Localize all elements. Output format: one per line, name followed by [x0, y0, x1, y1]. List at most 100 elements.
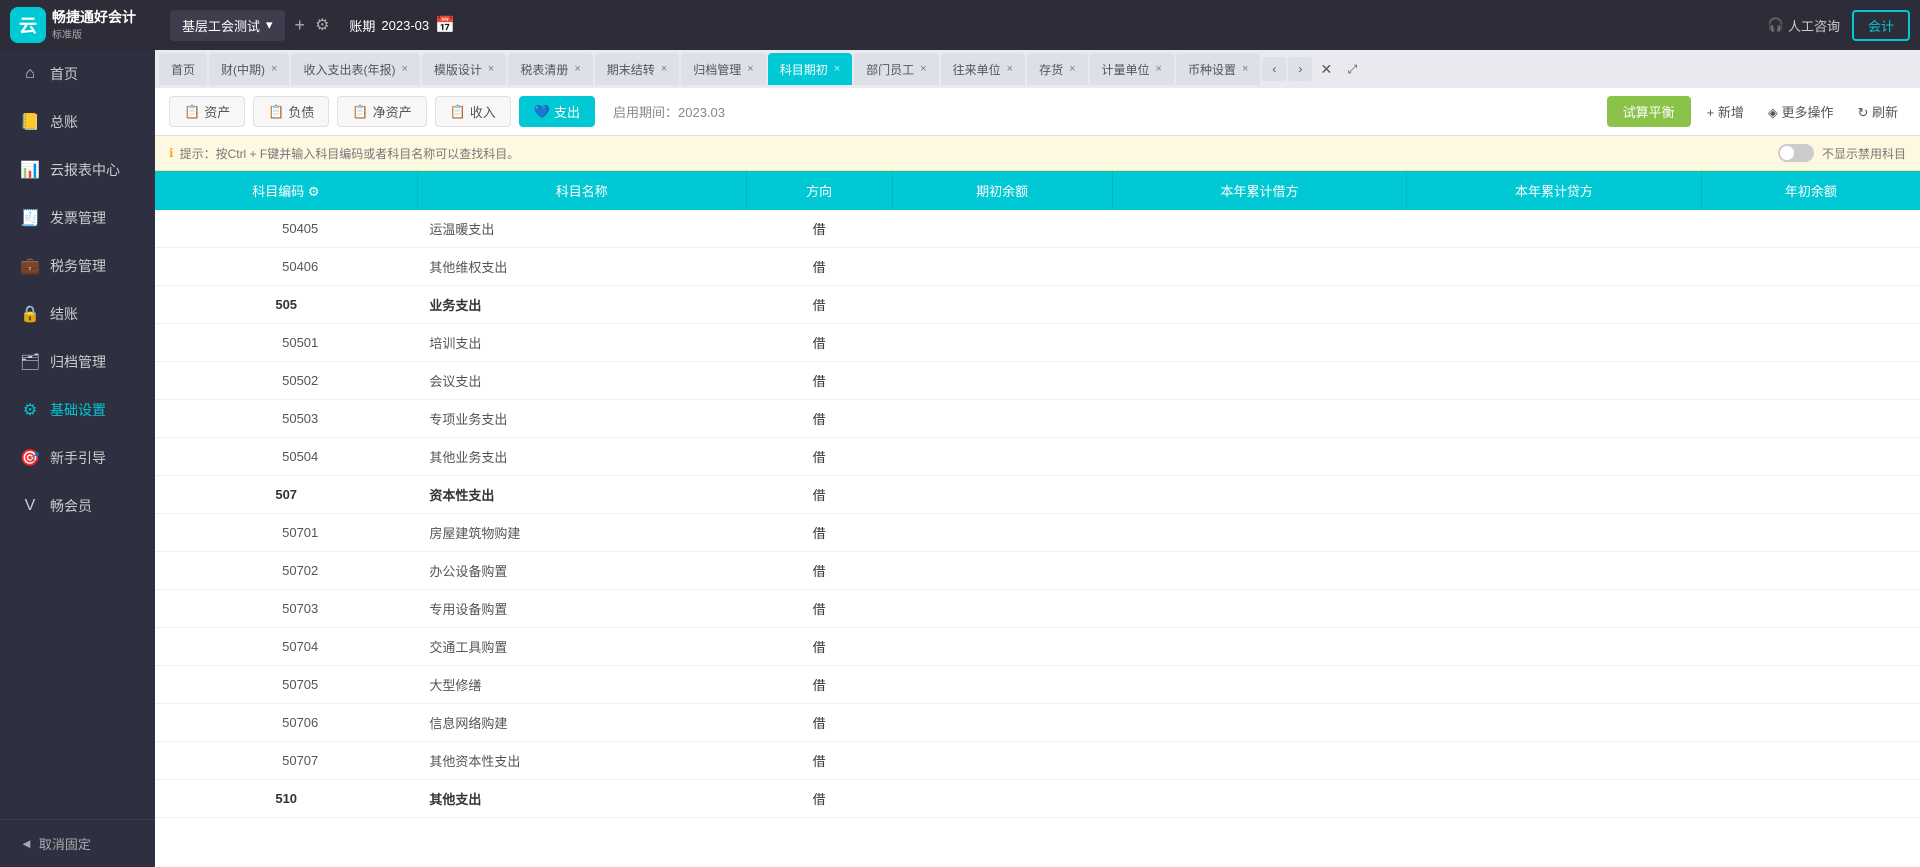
tab-income-report-label: 收入支出表(年报): [303, 61, 395, 78]
table-row[interactable]: 50406 其他维权支出 借: [155, 248, 1920, 286]
table-row[interactable]: 50702 办公设备购置 借: [155, 552, 1920, 590]
tab-customer[interactable]: 往来单位 ×: [941, 53, 1025, 85]
account-button[interactable]: 会计: [1852, 10, 1910, 41]
col-direction: 方向: [746, 171, 892, 210]
tab-mid[interactable]: 财(中期) ×: [209, 53, 289, 85]
home-icon: ⌂: [20, 65, 40, 83]
cell-name: 专用设备购置: [417, 590, 746, 628]
disable-toggle[interactable]: [1778, 144, 1814, 162]
tab-next-btn[interactable]: ›: [1288, 57, 1312, 81]
sidebar-item-close[interactable]: 🔒 结账: [0, 290, 155, 338]
cell-begin-balance: [1701, 552, 1920, 590]
tab-tax-close[interactable]: ×: [574, 63, 580, 75]
table-row[interactable]: 50706 信息网络购建 借: [155, 704, 1920, 742]
table-row[interactable]: 507 资本性支出 借: [155, 476, 1920, 514]
ledger-icon: 📒: [20, 112, 40, 132]
sub-tab-income[interactable]: 📋 收入: [435, 96, 511, 127]
tab-archive[interactable]: 归档管理 ×: [681, 53, 765, 85]
tab-tax[interactable]: 税表清册 ×: [508, 53, 592, 85]
period-label: 账期: [349, 16, 375, 35]
add-btn[interactable]: + 新增: [1699, 98, 1752, 125]
tab-dept-close[interactable]: ×: [920, 63, 926, 75]
tab-mid-close[interactable]: ×: [271, 63, 277, 75]
add-project-btn[interactable]: +: [295, 15, 306, 36]
cell-balance: [892, 286, 1112, 324]
refresh-btn[interactable]: ↻ 刷新: [1849, 98, 1906, 125]
tab-expand-btn[interactable]: ⤢: [1340, 57, 1364, 81]
table-row[interactable]: 505 业务支出 借: [155, 286, 1920, 324]
tab-archive-close[interactable]: ×: [747, 63, 753, 75]
cell-name: 其他资本性支出: [417, 742, 746, 780]
tab-subject-init-close[interactable]: ×: [834, 63, 840, 75]
cell-balance: [892, 742, 1112, 780]
cell-ytd-debit: [1112, 742, 1407, 780]
calendar-icon[interactable]: 📅: [435, 15, 455, 35]
content-area: 首页 财(中期) × 收入支出表(年报) × 模版设计 × 税表清册 × 期末结…: [155, 50, 1920, 867]
sub-tab-liability-label: 负债: [288, 102, 314, 121]
app-name: 畅捷通好会计: [52, 9, 136, 26]
sidebar-item-tax[interactable]: 💼 税务管理: [0, 242, 155, 290]
sidebar-item-guide[interactable]: 🎯 新手引导: [0, 434, 155, 482]
table-row[interactable]: 50405 运温暖支出 借: [155, 210, 1920, 248]
tab-unit[interactable]: 计量单位 ×: [1090, 53, 1174, 85]
table-row[interactable]: 50503 专项业务支出 借: [155, 400, 1920, 438]
cell-ytd-credit: [1407, 476, 1702, 514]
tab-close-all-btn[interactable]: ✕: [1314, 57, 1338, 81]
sub-tab-liability[interactable]: 📋 负债: [253, 96, 329, 127]
sidebar-collapse-btn[interactable]: ◄ 取消固定: [0, 819, 155, 867]
table-row[interactable]: 50701 房屋建筑物购建 借: [155, 514, 1920, 552]
sidebar-item-archive[interactable]: 🗂 归档管理: [0, 338, 155, 386]
sub-tab-asset[interactable]: 📋 资产: [169, 96, 245, 127]
sidebar-item-invoice[interactable]: 🧾 发票管理: [0, 194, 155, 242]
sidebar-item-ledger[interactable]: 📒 总账: [0, 98, 155, 146]
sidebar-label-invoice: 发票管理: [50, 208, 106, 228]
calc-balance-btn[interactable]: 试算平衡: [1607, 96, 1691, 127]
cell-code: 50706: [155, 704, 417, 742]
table-row[interactable]: 510 其他支出 借: [155, 780, 1920, 818]
table-row[interactable]: 50703 专用设备购置 借: [155, 590, 1920, 628]
more-btn[interactable]: ◈ 更多操作: [1760, 98, 1842, 125]
tab-period-close[interactable]: 期末结转 ×: [595, 53, 679, 85]
tab-income-report[interactable]: 收入支出表(年报) ×: [291, 53, 419, 85]
table-row[interactable]: 50504 其他业务支出 借: [155, 438, 1920, 476]
tab-income-report-close[interactable]: ×: [401, 63, 407, 75]
table-row[interactable]: 50502 会议支出 借: [155, 362, 1920, 400]
sub-tab-net-asset[interactable]: 📋 净资产: [337, 96, 426, 127]
settings-btn[interactable]: ⚙: [315, 15, 329, 35]
support-label: 人工咨询: [1788, 16, 1840, 35]
tab-customer-close[interactable]: ×: [1007, 63, 1013, 75]
table-row[interactable]: 50705 大型修缮 借: [155, 666, 1920, 704]
tab-template-close[interactable]: ×: [488, 63, 494, 75]
tab-home[interactable]: 首页: [159, 53, 207, 85]
tab-period-close-close[interactable]: ×: [661, 63, 667, 75]
sidebar-item-reports[interactable]: 📊 云报表中心: [0, 146, 155, 194]
cell-code: 50503: [155, 400, 417, 438]
sidebar-item-basic[interactable]: ⚙ 基础设置: [0, 386, 155, 434]
tab-template[interactable]: 模版设计 ×: [422, 53, 506, 85]
sidebar-label-home: 首页: [50, 64, 78, 84]
sidebar-item-home[interactable]: ⌂ 首页: [0, 50, 155, 98]
cell-name: 其他支出: [417, 780, 746, 818]
tab-unit-close[interactable]: ×: [1156, 63, 1162, 75]
collapse-label: 取消固定: [39, 834, 91, 853]
tab-subject-init[interactable]: 科目期初 ×: [768, 53, 852, 85]
table-row[interactable]: 50501 培训支出 借: [155, 324, 1920, 362]
tax-icon: 💼: [20, 256, 40, 276]
tab-currency-close[interactable]: ×: [1242, 63, 1248, 75]
project-selector[interactable]: 基层工会测试 ▾: [170, 10, 285, 41]
support-button[interactable]: 🎧 人工咨询: [1768, 16, 1840, 35]
tab-currency[interactable]: 币种设置 ×: [1176, 53, 1260, 85]
tab-dept[interactable]: 部门员工 ×: [854, 53, 938, 85]
table-row[interactable]: 50704 交通工具购置 借: [155, 628, 1920, 666]
tab-inventory-close[interactable]: ×: [1069, 63, 1075, 75]
col-balance: 期初余额: [892, 171, 1112, 210]
sidebar-label-reports: 云报表中心: [50, 160, 120, 180]
tab-inventory[interactable]: 存货 ×: [1027, 53, 1087, 85]
cell-begin-balance: [1701, 704, 1920, 742]
sub-tab-expense[interactable]: 💙 支出: [519, 96, 595, 127]
tab-prev-btn[interactable]: ‹: [1262, 57, 1286, 81]
cell-code: 505: [155, 286, 417, 324]
sidebar-item-member[interactable]: V 畅会员: [0, 482, 155, 530]
cell-direction: 借: [746, 628, 892, 666]
table-row[interactable]: 50707 其他资本性支出 借: [155, 742, 1920, 780]
